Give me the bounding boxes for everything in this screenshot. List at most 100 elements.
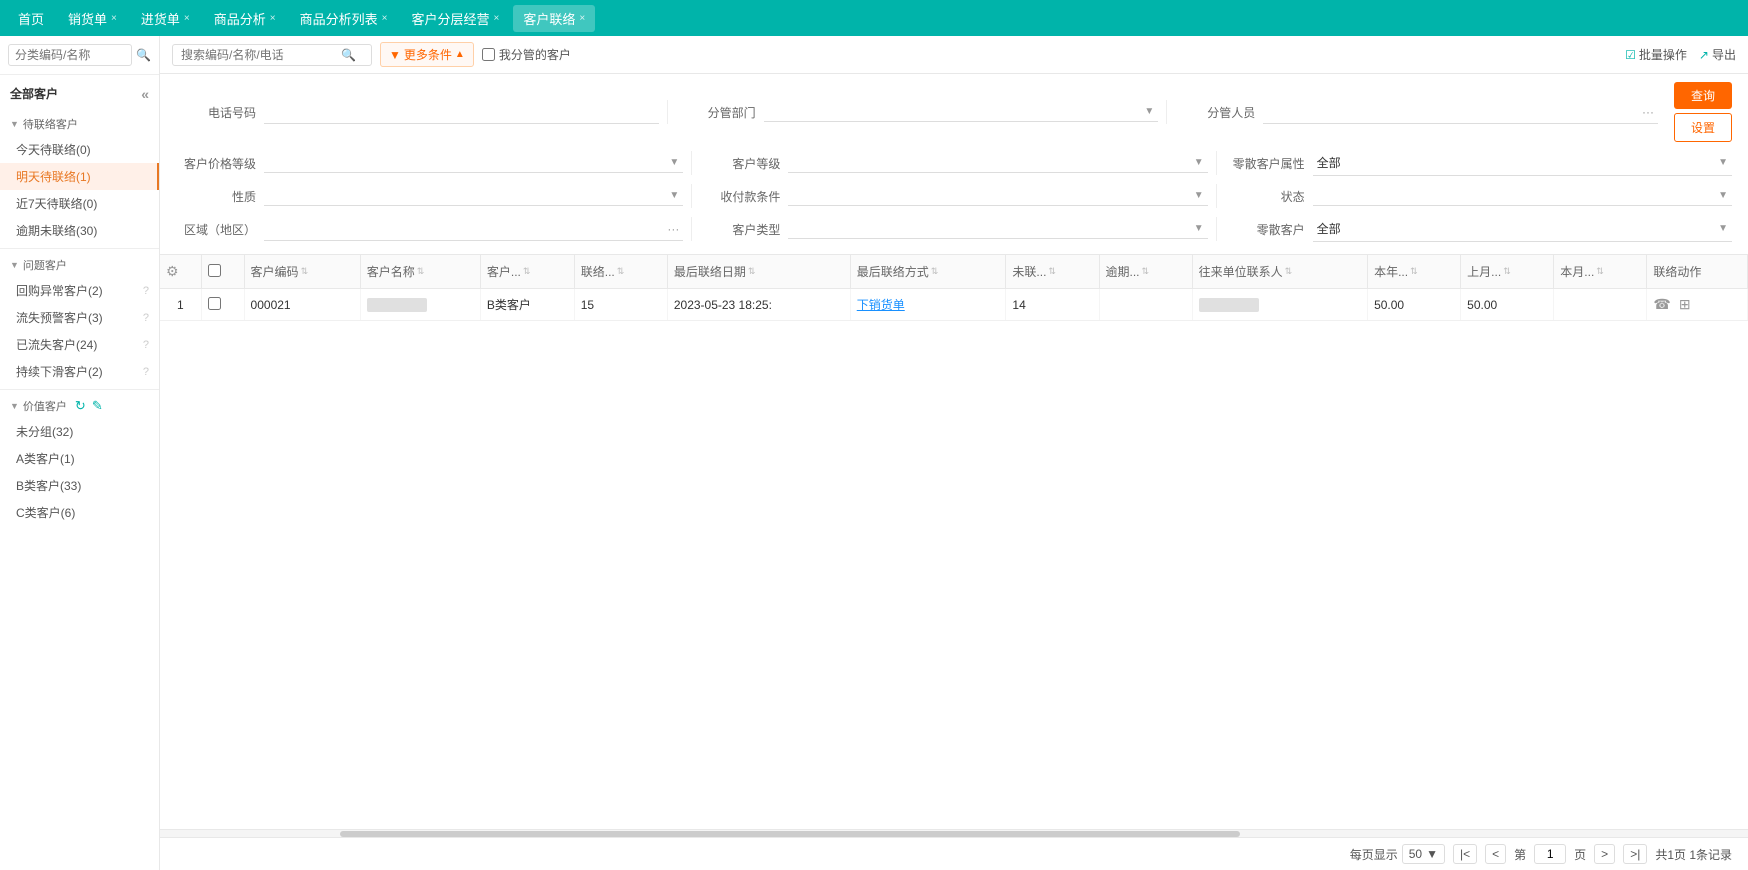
filter-select-payment[interactable]: ▼: [788, 186, 1207, 206]
sidebar-item-overdue-contact[interactable]: 逾期未联络(30): [0, 217, 159, 244]
sidebar-item-ungrouped[interactable]: 未分组(32): [0, 418, 159, 445]
scrollbar-thumb[interactable]: [340, 831, 1240, 837]
customer-name-blurred: [367, 298, 427, 312]
check-square-icon: ☑: [1625, 48, 1636, 62]
prev-page-button[interactable]: <: [1485, 844, 1506, 864]
sidebar-item-class-a[interactable]: A类客户(1): [0, 445, 159, 472]
query-button[interactable]: 查询: [1674, 82, 1732, 109]
search-icon[interactable]: 🔍: [136, 48, 151, 62]
table-header-overdue[interactable]: 逾期... ⇅: [1099, 255, 1192, 289]
table-header-checkbox[interactable]: [201, 255, 244, 289]
table-header-level[interactable]: 客户... ⇅: [480, 255, 574, 289]
filter-label-customer-level: 客户等级: [700, 155, 780, 172]
first-page-button[interactable]: |<: [1453, 844, 1477, 864]
table-header-last-date[interactable]: 最后联络日期 ⇅: [667, 255, 850, 289]
filter-input-phone[interactable]: [264, 101, 659, 124]
filter-select-dept[interactable]: ▼: [764, 102, 1159, 122]
table-row: 1 000021 B类客户: [160, 289, 1748, 321]
filter-select-region[interactable]: ···: [264, 218, 683, 241]
sort-icon: ⇅: [1503, 266, 1511, 277]
nav-product-analysis-list[interactable]: 商品分析列表 ×: [290, 5, 398, 32]
sort-icon: ⇅: [523, 266, 531, 277]
search-icon[interactable]: 🔍: [341, 48, 356, 62]
pagination-bar: 每页显示 50 ▼ |< < 第 页 > >| 共1页 1条记录: [160, 837, 1748, 870]
row-checkbox[interactable]: [201, 289, 244, 321]
filter-select-scatter-attr[interactable]: 全部 ▼: [1313, 150, 1732, 176]
table-header-name[interactable]: 客户名称 ⇅: [360, 255, 480, 289]
table-header-last-way[interactable]: 最后联络方式 ⇅: [850, 255, 1006, 289]
table-header-this-month[interactable]: 本月... ⇅: [1554, 255, 1647, 289]
filter-label-dept: 分管部门: [676, 104, 756, 121]
my-customers-checkbox[interactable]: 我分管的客户: [482, 46, 571, 63]
sidebar-item-7days-contact[interactable]: 近7天待联络(0): [0, 190, 159, 217]
sidebar-item-class-b[interactable]: B类客户(33): [0, 472, 159, 499]
sidebar-item-churned[interactable]: 已流失客户(24) ?: [0, 331, 159, 358]
export-icon: ↗: [1699, 48, 1709, 62]
chevron-down-icon: ▼: [1426, 847, 1438, 861]
sort-icon: ⇅: [1142, 266, 1150, 277]
filter-cell-person: 分管人员 ···: [1175, 101, 1658, 124]
nav-purchase-order[interactable]: 进货单 ×: [131, 5, 200, 32]
my-customers-check-input[interactable]: [482, 48, 495, 61]
chevron-down-icon: ▼: [1194, 190, 1204, 201]
next-page-button[interactable]: >: [1594, 844, 1615, 864]
sidebar-item-tomorrow-contact[interactable]: 明天待联络(1): [0, 163, 159, 190]
sidebar-item-declining[interactable]: 持续下滑客户(2) ?: [0, 358, 159, 385]
filter-select-customer-type[interactable]: ▼: [788, 219, 1207, 239]
table-header-code[interactable]: 客户编码 ⇅: [244, 255, 360, 289]
filter-select-person[interactable]: ···: [1263, 101, 1658, 124]
sidebar-item-repurchase-abnormal[interactable]: 回购异常客户(2) ?: [0, 277, 159, 304]
row-select-checkbox[interactable]: [208, 297, 221, 310]
table-header-gear[interactable]: ⚙: [160, 255, 201, 289]
refresh-icon[interactable]: ↻: [75, 398, 86, 414]
set-button[interactable]: 设置: [1674, 113, 1732, 142]
last-way-link[interactable]: 下销货单: [857, 298, 905, 312]
close-icon[interactable]: ×: [579, 13, 585, 24]
filter-select-status[interactable]: ▼: [1313, 186, 1732, 206]
filter-select-customer-level[interactable]: ▼: [788, 153, 1207, 173]
filter-select-price-level[interactable]: ▼: [264, 153, 683, 173]
table-header-unit-contact[interactable]: 往来单位联系人 ⇅: [1192, 255, 1367, 289]
select-all-checkbox[interactable]: [208, 264, 221, 277]
close-icon[interactable]: ×: [382, 13, 388, 24]
nav-product-analysis[interactable]: 商品分析 ×: [204, 5, 286, 32]
sidebar-item-churn-warning[interactable]: 流失预警客户(3) ?: [0, 304, 159, 331]
last-page-button[interactable]: >|: [1623, 844, 1647, 864]
close-icon[interactable]: ×: [493, 13, 499, 24]
filter-select-scatter-customer[interactable]: 全部 ▼: [1313, 216, 1732, 242]
gear-icon[interactable]: ⚙: [166, 263, 179, 279]
row-this-year: 50.00: [1368, 289, 1461, 321]
edit-icon[interactable]: ✎: [92, 398, 103, 414]
table-header-not-linked[interactable]: 未联... ⇅: [1006, 255, 1099, 289]
table-header-contacts[interactable]: 联络... ⇅: [574, 255, 667, 289]
sidebar-all-customers[interactable]: 全部客户 «: [0, 79, 159, 108]
row-last-month: 50.00: [1461, 289, 1554, 321]
chevron-down-icon: ▼: [1144, 106, 1154, 117]
close-icon[interactable]: ×: [111, 13, 117, 24]
sidebar: 🔍 全部客户 « ▼ 待联络客户 今天待联络(0) 明天待联络(1) 近7天待联…: [0, 36, 160, 870]
nav-customer-layer[interactable]: 客户分层经营 ×: [401, 5, 509, 32]
table-header-this-year[interactable]: 本年... ⇅: [1368, 255, 1461, 289]
sidebar-search-input[interactable]: [8, 44, 132, 66]
sidebar-item-today-contact[interactable]: 今天待联络(0): [0, 136, 159, 163]
nav-sales-order[interactable]: 销货单 ×: [58, 5, 127, 32]
table-header-last-month[interactable]: 上月... ⇅: [1461, 255, 1554, 289]
filter-select-nature[interactable]: ▼: [264, 186, 683, 206]
more-filters-button[interactable]: ▼ 更多条件 ▲: [380, 42, 474, 67]
filter-cell-status: 状态 ▼: [1225, 186, 1732, 206]
nav-customer-contact[interactable]: 客户联络 ×: [513, 5, 595, 32]
per-page-value-selector[interactable]: 50 ▼: [1402, 844, 1445, 864]
grid-icon[interactable]: ⊞: [1679, 296, 1691, 313]
search-input[interactable]: [181, 48, 341, 62]
export-button[interactable]: ↗ 导出: [1699, 46, 1736, 63]
help-icon: ?: [143, 285, 149, 297]
dotdot-icon: ···: [1642, 105, 1654, 119]
close-icon[interactable]: ×: [270, 13, 276, 24]
nav-home[interactable]: 首页: [8, 5, 54, 32]
batch-operation-button[interactable]: ☑ 批量操作: [1625, 46, 1687, 63]
phone-icon[interactable]: ☎: [1653, 296, 1670, 313]
sidebar-item-class-c[interactable]: C类客户(6): [0, 499, 159, 526]
page-number-input[interactable]: [1534, 844, 1566, 864]
close-icon[interactable]: ×: [184, 13, 190, 24]
horizontal-scrollbar[interactable]: [160, 829, 1748, 837]
